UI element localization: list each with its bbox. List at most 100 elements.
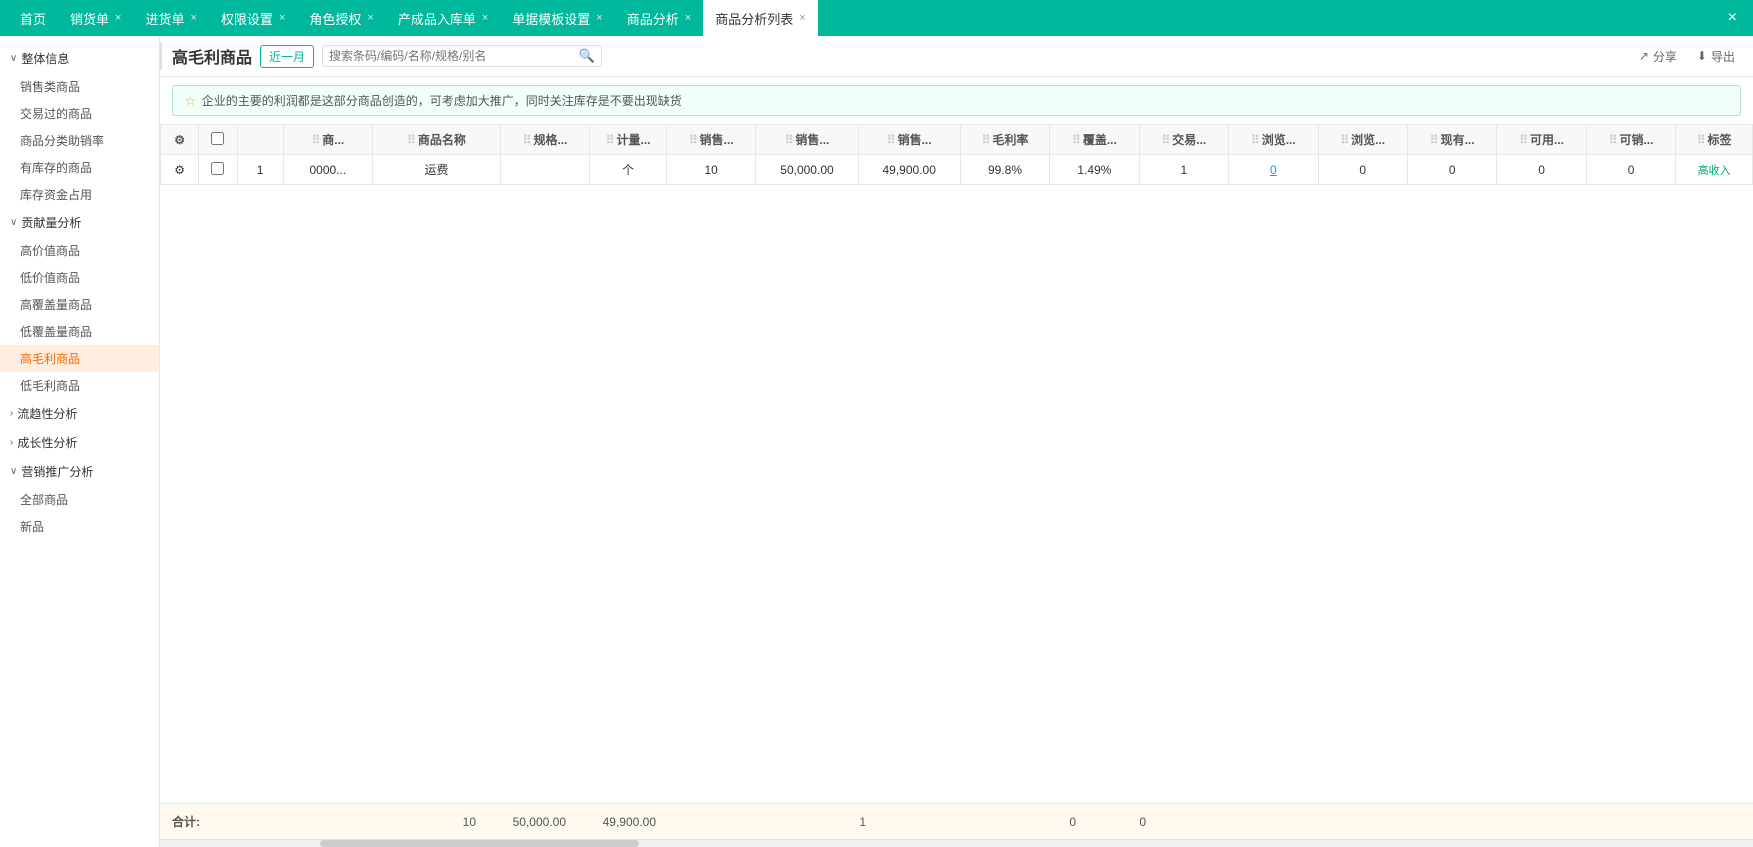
share-button[interactable]: ↗ 分享 (1633, 45, 1683, 68)
col-header-unit[interactable]: ⠿计量... (590, 125, 667, 155)
col-resize-handle[interactable]: ⠿ (689, 133, 698, 147)
col-resize-handle[interactable]: ⠿ (1430, 133, 1439, 147)
sidebar-item-高覆盖量商品[interactable]: 高覆盖量商品 (0, 291, 159, 318)
sidebar-group-贡献量分析[interactable]: ∨贡献量分析 (0, 208, 159, 237)
sidebar-item-高价值商品[interactable]: 高价值商品 (0, 237, 159, 264)
sidebar-item-低毛利商品[interactable]: 低毛利商品 (0, 372, 159, 399)
cell-num: 1 (237, 155, 283, 185)
nav-close-btn[interactable]: × (279, 12, 285, 24)
nav-item-进货单[interactable]: 进货单× (133, 0, 208, 36)
top-navigation: 首页销货单×进货单×权限设置×角色授权×产成品入库单×单据模板设置×商品分析×商… (0, 0, 1753, 36)
col-resize-handle[interactable]: ⠿ (523, 133, 532, 147)
col-header-tag[interactable]: ⠿标签 (1676, 125, 1753, 155)
cell-browse2: 0 (1318, 155, 1407, 185)
col-resize-handle[interactable]: ⠿ (1072, 133, 1081, 147)
search-input[interactable] (329, 49, 579, 63)
col-header-sales_cost[interactable]: ⠿销售... (858, 125, 960, 155)
col-header-transaction[interactable]: ⠿交易... (1139, 125, 1228, 155)
nav-item-产成品入库单[interactable]: 产成品入库单× (386, 0, 500, 36)
sidebar-item-库存资金占用[interactable]: 库存资金占用 (0, 181, 159, 208)
col-header-stock_available[interactable]: ⠿可用... (1497, 125, 1586, 155)
horizontal-scrollbar[interactable] (160, 839, 1753, 847)
sidebar-item-商品分类助销率[interactable]: 商品分类助销率 (0, 127, 159, 154)
col-resize-handle[interactable]: ⠿ (1251, 133, 1260, 147)
sidebar-item-新品[interactable]: 新品 (0, 513, 159, 540)
group-arrow: › (10, 408, 13, 419)
col-resize-handle[interactable]: ⠿ (1340, 133, 1349, 147)
col-resize-handle[interactable]: ⠿ (982, 133, 991, 147)
close-window-button[interactable]: × (1720, 9, 1745, 27)
nav-close-btn[interactable]: × (367, 12, 373, 24)
cell-check (199, 155, 237, 185)
notice-bar: ☆ 企业的主要的利润都是这部分商品创造的，可考虑加大推广，同时关注库存是不要出现… (172, 85, 1741, 116)
nav-close-btn[interactable]: × (115, 12, 121, 24)
col-resize-handle[interactable]: ⠿ (606, 133, 615, 147)
col-header-gross_margin[interactable]: ⠿毛利率 (960, 125, 1049, 155)
time-filter-button[interactable]: 近一月 (260, 45, 314, 68)
col-header-stock_sale[interactable]: ⠿可销... (1586, 125, 1675, 155)
nav-item-角色授权[interactable]: 角色授权× (297, 0, 385, 36)
col-header-check[interactable] (199, 125, 237, 155)
cell-settings: ⚙ (161, 155, 199, 185)
col-header-num[interactable] (237, 125, 283, 155)
sidebar-item-交易过的商品[interactable]: 交易过的商品 (0, 100, 159, 127)
export-icon: ⬇ (1697, 49, 1707, 63)
col-header-browse1[interactable]: ⠿浏览... (1229, 125, 1318, 155)
share-label: 分享 (1653, 48, 1677, 65)
col-resize-handle[interactable]: ⠿ (785, 133, 794, 147)
sidebar-item-低价值商品[interactable]: 低价值商品 (0, 264, 159, 291)
scrollbar-thumb[interactable] (320, 840, 639, 847)
nav-item-商品分析[interactable]: 商品分析× (615, 0, 703, 36)
nav-item-单据模板设置[interactable]: 单据模板设置× (500, 0, 614, 36)
nav-item-商品分析列表[interactable]: 商品分析列表× (703, 0, 817, 36)
group-label: 成长性分析 (17, 434, 77, 451)
sidebar-group-营销推广分析[interactable]: ∨营销推广分析 (0, 457, 159, 486)
row-checkbox[interactable] (211, 162, 224, 175)
nav-item-权限设置[interactable]: 权限设置× (209, 0, 297, 36)
group-arrow: › (10, 437, 13, 448)
col-resize-handle[interactable]: ⠿ (1161, 133, 1170, 147)
nav-close-btn[interactable]: × (799, 12, 805, 24)
sidebar-group-整体信息[interactable]: ∨整体信息 (0, 44, 159, 73)
sidebar-group-流趋性分析[interactable]: ›流趋性分析 (0, 399, 159, 428)
footer-sales-qty: 10 (416, 815, 476, 829)
col-header-stock_current[interactable]: ⠿现有... (1407, 125, 1496, 155)
nav-close-btn[interactable]: × (596, 12, 602, 24)
group-arrow: ∨ (10, 53, 17, 64)
cell-name: 运费 (373, 155, 501, 185)
nav-close-btn[interactable]: × (685, 12, 691, 24)
nav-item-首页[interactable]: 首页 (8, 0, 58, 36)
col-header-sales_amount[interactable]: ⠿销售... (756, 125, 858, 155)
col-header-settings[interactable]: ⚙ (161, 125, 199, 155)
collapse-sidebar-button[interactable]: « (160, 42, 162, 70)
sidebar-item-销售类商品[interactable]: 销售类商品 (0, 73, 159, 100)
sidebar-item-全部商品[interactable]: 全部商品 (0, 486, 159, 513)
nav-close-btn[interactable]: × (482, 12, 488, 24)
search-icon[interactable]: 🔍 (579, 48, 595, 64)
col-resize-handle[interactable]: ⠿ (1697, 133, 1706, 147)
sidebar-item-低覆盖量商品[interactable]: 低覆盖量商品 (0, 318, 159, 345)
col-resize-handle[interactable]: ⠿ (1609, 133, 1618, 147)
col-resize-handle[interactable]: ⠿ (887, 133, 896, 147)
export-button[interactable]: ⬇ 导出 (1691, 45, 1741, 68)
tag-badge: 高收入 (1698, 165, 1731, 177)
col-header-coverage[interactable]: ⠿覆盖... (1050, 125, 1139, 155)
col-header-name[interactable]: ⠿商品名称 (373, 125, 501, 155)
col-header-code[interactable]: ⠿商... (283, 125, 372, 155)
browse-link[interactable]: 0 (1270, 163, 1277, 177)
col-resize-handle[interactable]: ⠿ (407, 133, 416, 147)
col-header-sales_qty[interactable]: ⠿销售... (666, 125, 755, 155)
sidebar-item-高毛利商品[interactable]: 高毛利商品 (0, 345, 159, 372)
col-header-spec[interactable]: ⠿规格... (500, 125, 589, 155)
row-settings-icon[interactable]: ⚙ (174, 163, 185, 177)
nav-item-销货单[interactable]: 销货单× (58, 0, 133, 36)
select-all-checkbox[interactable] (211, 132, 224, 145)
sidebar-item-有库存的商品[interactable]: 有库存的商品 (0, 154, 159, 181)
col-resize-handle[interactable]: ⠿ (311, 133, 320, 147)
col-header-browse2[interactable]: ⠿浏览... (1318, 125, 1407, 155)
nav-close-btn[interactable]: × (190, 12, 196, 24)
notice-text: 企业的主要的利润都是这部分商品创造的，可考虑加大推广，同时关注库存是不要出现缺货 (202, 92, 682, 109)
col-resize-handle[interactable]: ⠿ (1519, 133, 1528, 147)
sidebar-group-成长性分析[interactable]: › 成长性分析 (0, 428, 159, 457)
table-container[interactable]: ⚙⠿商...⠿商品名称⠿规格...⠿计量...⠿销售...⠿销售...⠿销售..… (160, 124, 1753, 803)
